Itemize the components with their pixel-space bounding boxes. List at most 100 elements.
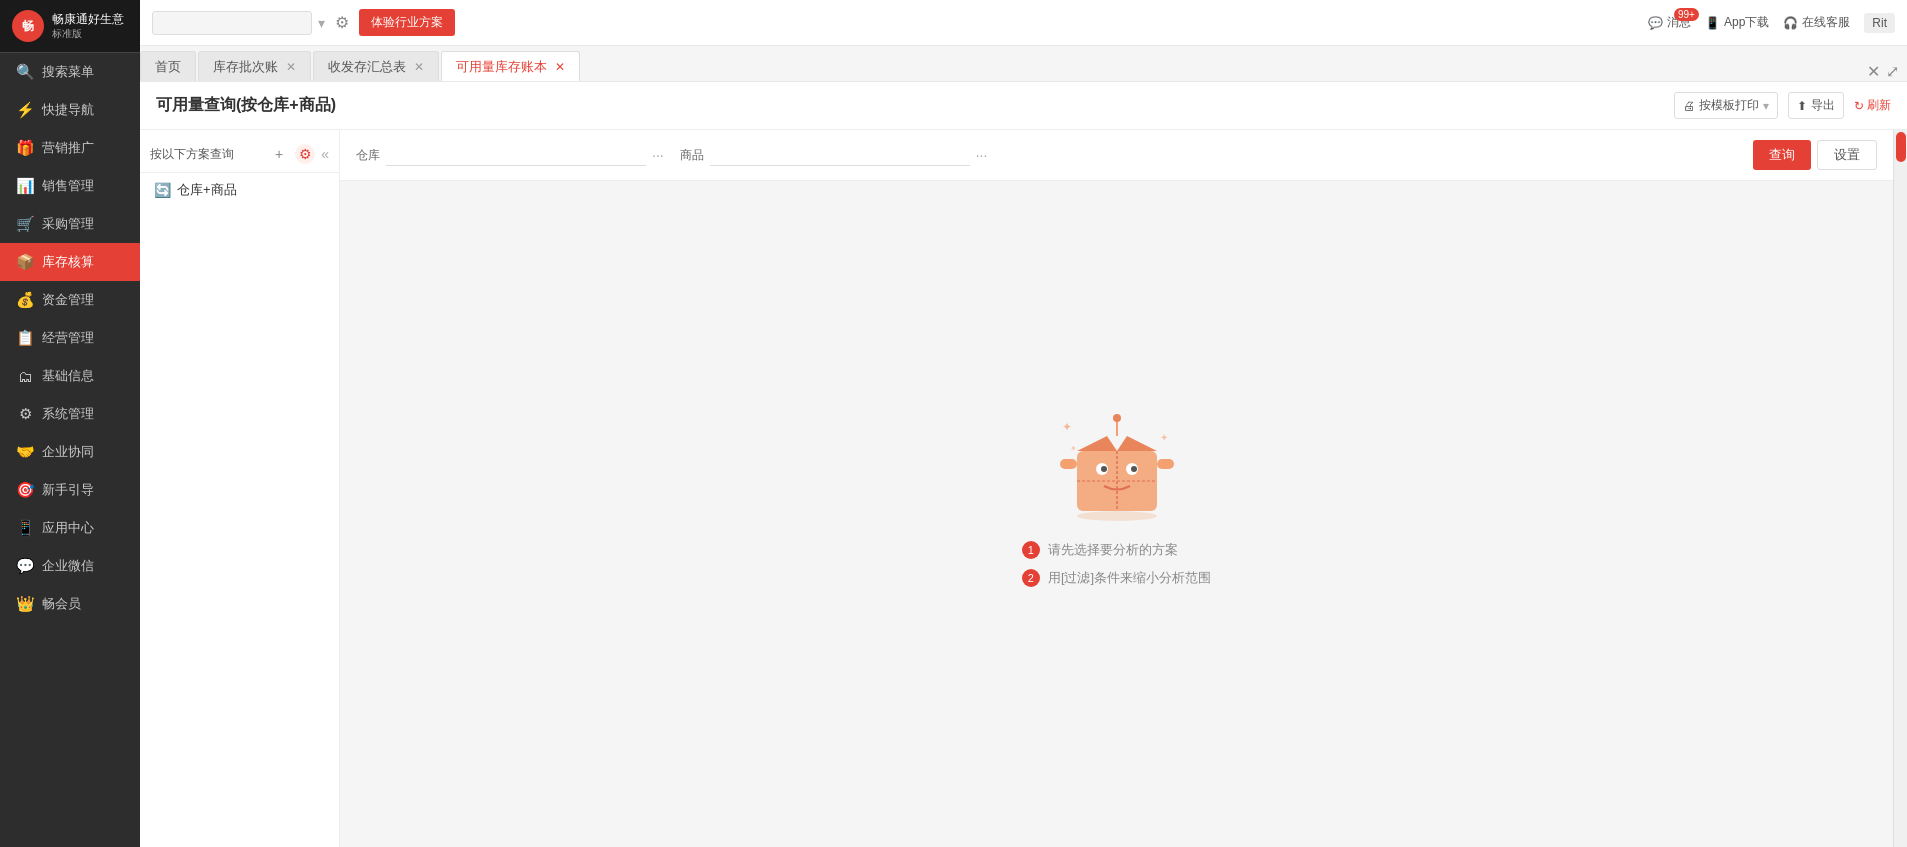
warehouse-input[interactable] — [386, 145, 646, 166]
sidebar-header: 畅 畅康通好生意 标准版 — [0, 0, 140, 53]
tab-summary-close[interactable]: ✕ — [414, 60, 424, 74]
print-icon: 🖨 — [1683, 99, 1695, 113]
sidebar-item-operation[interactable]: 📋 经营管理 — [0, 319, 140, 357]
message-btn[interactable]: 💬 消息 99+ — [1648, 14, 1691, 31]
sidebar: 畅 畅康通好生意 标准版 🔍 搜索菜单 ⚡ 快捷导航 🎁 营销推广 📊 销售管理… — [0, 0, 140, 847]
refresh-btn[interactable]: ↻ 刷新 — [1854, 97, 1891, 114]
left-panel-actions: + ⚙ « — [269, 144, 329, 164]
product-more-btn[interactable]: ··· — [976, 147, 988, 163]
dropdown-icon[interactable]: ▾ — [318, 15, 325, 31]
right-main: 仓库 ··· 商品 ··· 查询 设置 — [340, 130, 1893, 847]
chart-icon: 📊 — [16, 177, 34, 195]
left-panel-header: 按以下方案查询 + ⚙ « — [140, 138, 339, 173]
scrollbar-thumb[interactable] — [1896, 132, 1906, 162]
sidebar-logo: 畅 — [12, 10, 44, 42]
clipboard-icon: 📋 — [16, 329, 34, 347]
svg-text:✦: ✦ — [1070, 444, 1077, 453]
sidebar-item-member[interactable]: 👑 畅会员 — [0, 585, 140, 623]
topbar-left: ▾ ⚙ 体验行业方案 — [152, 9, 1640, 36]
sidebar-item-appstore[interactable]: 📱 应用中心 — [0, 509, 140, 547]
filter-bar: 仓库 ··· 商品 ··· 查询 设置 — [340, 130, 1893, 181]
sidebar-item-basic[interactable]: 🗂 基础信息 — [0, 357, 140, 395]
search-icon: 🔍 — [16, 63, 34, 81]
print-btn[interactable]: 🖨 按模板打印 ▾ — [1674, 92, 1778, 119]
tabs-close-all-btn[interactable]: ✕ — [1867, 62, 1880, 81]
left-panel: 按以下方案查询 + ⚙ « 🔄 仓库+商品 — [140, 130, 340, 847]
sidebar-item-newbie[interactable]: 🎯 新手引导 — [0, 471, 140, 509]
warehouse-more-btn[interactable]: ··· — [652, 147, 664, 163]
sidebar-item-corp[interactable]: 🤝 企业协同 — [0, 433, 140, 471]
tab-available[interactable]: 可用量库存账本 ✕ — [441, 51, 580, 81]
export-btn[interactable]: ⬆ 导出 — [1788, 92, 1844, 119]
tab-batch[interactable]: 库存批次账 ✕ — [198, 51, 311, 81]
scheme-settings-btn[interactable]: ⚙ — [295, 144, 315, 164]
sidebar-item-system[interactable]: ⚙ 系统管理 — [0, 395, 140, 433]
chat-icon: 💬 — [16, 557, 34, 575]
topbar-search-input[interactable] — [152, 11, 312, 35]
online-service-btn[interactable]: 🎧 在线客服 — [1783, 14, 1850, 31]
right-scrollbar[interactable] — [1893, 130, 1907, 847]
product-input[interactable] — [710, 145, 970, 166]
main-area: ▾ ⚙ 体验行业方案 💬 消息 99+ 📱 App下载 🎧 在线客服 Rit — [140, 0, 1907, 847]
box-icon: 📦 — [16, 253, 34, 271]
empty-tips: 1 请先选择要分析的方案 2 用[过滤]条件来缩小分析范围 — [1022, 541, 1211, 587]
folder-icon: 🗂 — [16, 368, 34, 385]
sidebar-scroll: 🔍 搜索菜单 ⚡ 快捷导航 🎁 营销推广 📊 销售管理 🛒 采购管理 📦 库存核… — [0, 53, 140, 847]
setting-btn[interactable]: 设置 — [1817, 140, 1877, 170]
page-header: 可用量查询(按仓库+商品) 🖨 按模板打印 ▾ ⬆ 导出 ↻ 刷新 — [140, 82, 1907, 130]
empty-tip-2: 2 用[过滤]条件来缩小分析范围 — [1022, 569, 1211, 587]
target-icon: 🎯 — [16, 481, 34, 499]
filter-actions: 查询 设置 — [1753, 140, 1877, 170]
topbar-right: 💬 消息 99+ 📱 App下载 🎧 在线客服 Rit — [1648, 13, 1895, 33]
empty-illustration: ✦ ✦ ✦ — [1052, 401, 1182, 521]
empty-tip-1: 1 请先选择要分析的方案 — [1022, 541, 1211, 559]
page-actions: 🖨 按模板打印 ▾ ⬆ 导出 ↻ 刷新 — [1674, 92, 1891, 119]
tabs-right-actions: ✕ ⤢ — [1867, 62, 1907, 81]
print-dropdown-icon: ▾ — [1763, 99, 1769, 113]
user-menu[interactable]: Rit — [1864, 13, 1895, 33]
topbar: ▾ ⚙ 体验行业方案 💬 消息 99+ 📱 App下载 🎧 在线客服 Rit — [140, 0, 1907, 46]
sidebar-item-shortcut[interactable]: ⚡ 快捷导航 — [0, 91, 140, 129]
sidebar-item-inventory[interactable]: 📦 库存核算 — [0, 243, 140, 281]
tab-summary[interactable]: 收发存汇总表 ✕ — [313, 51, 439, 81]
sidebar-item-search[interactable]: 🔍 搜索菜单 — [0, 53, 140, 91]
add-scheme-btn[interactable]: + — [269, 144, 289, 164]
topbar-gear-icon[interactable]: ⚙ — [331, 9, 353, 36]
tab-batch-close[interactable]: ✕ — [286, 60, 296, 74]
svg-point-0 — [1077, 511, 1157, 521]
crown-icon: 👑 — [16, 595, 34, 613]
tab-bar: 首页 库存批次账 ✕ 收发存汇总表 ✕ 可用量库存账本 ✕ ✕ ⤢ — [140, 46, 1907, 82]
cart-icon: 🛒 — [16, 215, 34, 233]
content-area: 按以下方案查询 + ⚙ « 🔄 仓库+商品 仓库 ··· — [140, 130, 1907, 847]
product-filter: 商品 ··· — [680, 145, 988, 166]
headset-icon: 🎧 — [1783, 16, 1798, 30]
phone-icon: 📱 — [1705, 16, 1720, 30]
collapse-btn[interactable]: « — [321, 146, 329, 162]
sidebar-item-wechat[interactable]: 💬 企业微信 — [0, 547, 140, 585]
mobile-icon: 📱 — [16, 519, 34, 537]
warehouse-filter: 仓库 ··· — [356, 145, 664, 166]
message-icon: 💬 — [1648, 16, 1663, 30]
handshake-icon: 🤝 — [16, 443, 34, 461]
sidebar-item-marketing[interactable]: 🎁 营销推广 — [0, 129, 140, 167]
svg-point-11 — [1113, 414, 1121, 422]
svg-point-7 — [1131, 466, 1137, 472]
sidebar-item-finance[interactable]: 💰 资金管理 — [0, 281, 140, 319]
tab-home[interactable]: 首页 — [140, 51, 196, 81]
sidebar-item-purchase[interactable]: 🛒 采购管理 — [0, 205, 140, 243]
tab-available-close[interactable]: ✕ — [555, 60, 565, 74]
refresh-icon: ↻ — [1854, 99, 1864, 113]
empty-state: ✦ ✦ ✦ 1 请先选择要分析的方案 2 用[过滤]条件来缩小分析范围 — [340, 181, 1893, 847]
sidebar-brand: 畅康通好生意 标准版 — [52, 11, 124, 42]
svg-text:✦: ✦ — [1062, 420, 1072, 434]
industry-btn[interactable]: 体验行业方案 — [359, 9, 455, 36]
svg-rect-8 — [1060, 459, 1077, 469]
app-download-btn[interactable]: 📱 App下载 — [1705, 14, 1769, 31]
scheme-icon: 🔄 — [154, 182, 171, 198]
scheme-item-warehouse-product[interactable]: 🔄 仓库+商品 — [140, 173, 339, 207]
sidebar-item-sales[interactable]: 📊 销售管理 — [0, 167, 140, 205]
query-btn[interactable]: 查询 — [1753, 140, 1811, 170]
export-icon: ⬆ — [1797, 99, 1807, 113]
tabs-expand-btn[interactable]: ⤢ — [1886, 62, 1899, 81]
svg-text:✦: ✦ — [1160, 432, 1168, 443]
